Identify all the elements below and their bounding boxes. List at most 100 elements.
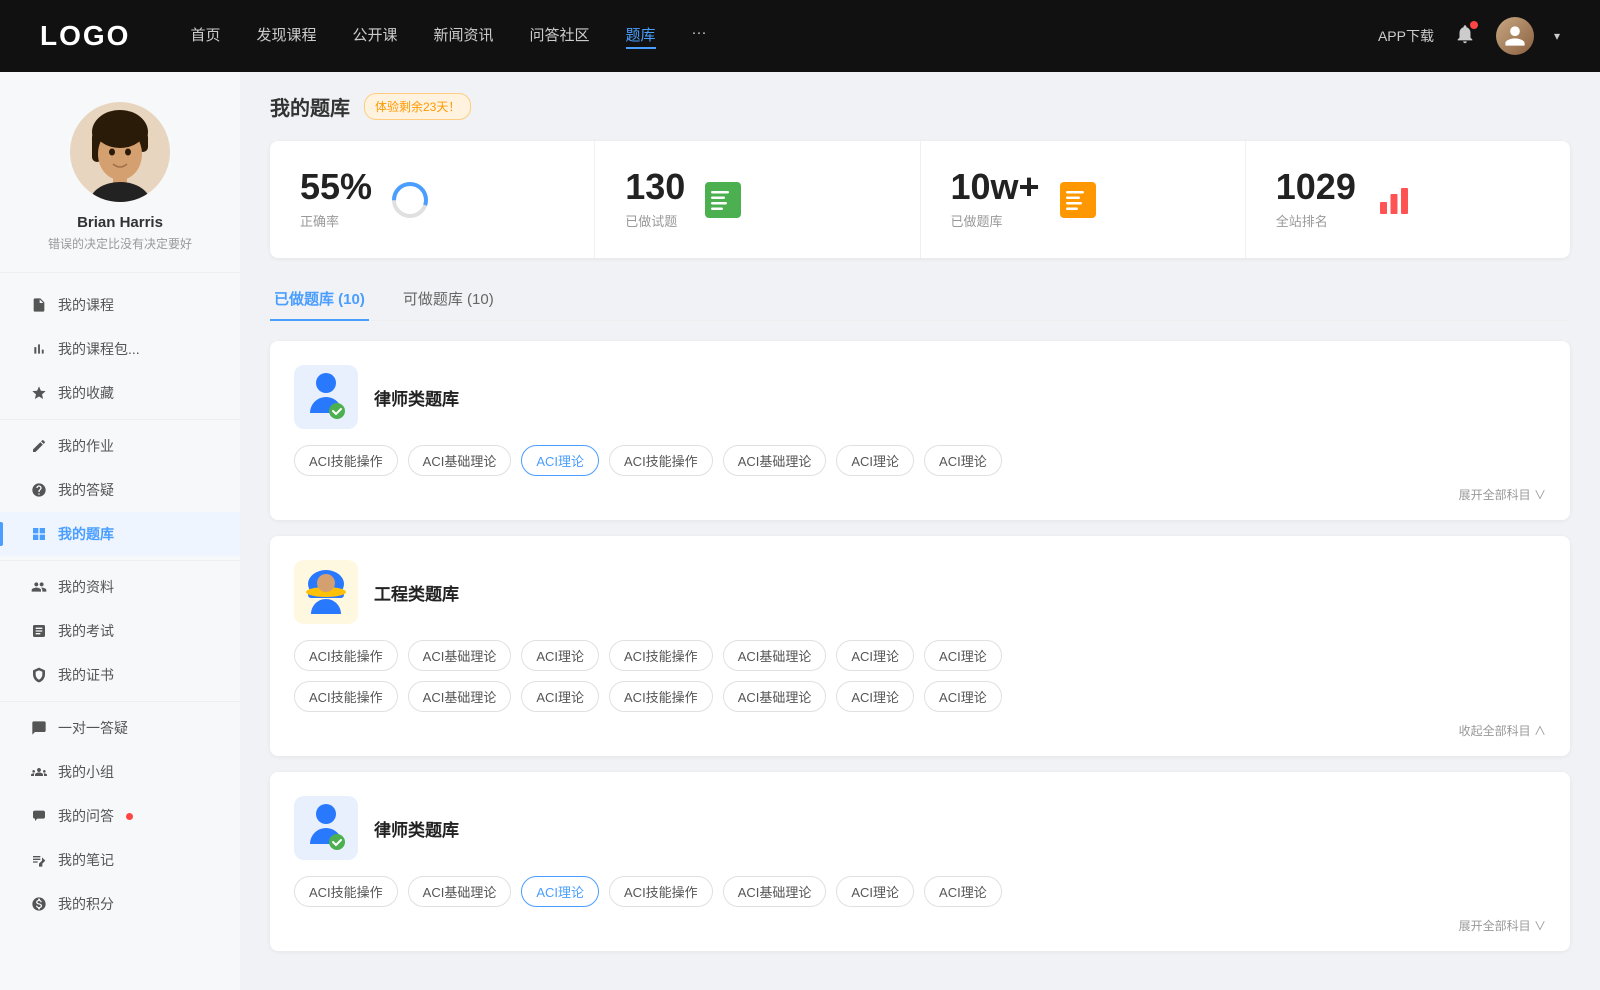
tag-item[interactable]: ACI基础理论 bbox=[723, 681, 827, 712]
stats-row: 55% 正确率 130 已做试题 bbox=[270, 141, 1570, 258]
stat-rank: 1029 全站排名 bbox=[1246, 141, 1570, 258]
sidebar-label: 我的资料 bbox=[58, 577, 114, 597]
tag-item[interactable]: ACI理论 bbox=[836, 445, 914, 476]
file-icon bbox=[30, 296, 48, 314]
tag-item[interactable]: ACI理论 bbox=[924, 876, 1002, 907]
edit-icon bbox=[30, 437, 48, 455]
nav-discover[interactable]: 发现课程 bbox=[256, 24, 316, 49]
sidebar-item-cert[interactable]: 我的证书 bbox=[0, 653, 240, 697]
sidebar-item-bank[interactable]: 我的题库 bbox=[0, 512, 240, 556]
bank-footer-2: 收起全部科目 ∧ bbox=[294, 722, 1546, 740]
stat-value-done-banks: 10w+ bbox=[951, 169, 1040, 205]
sidebar-item-questions[interactable]: 我的问答 bbox=[0, 794, 240, 838]
tag-item[interactable]: ACI技能操作 bbox=[609, 876, 713, 907]
tag-item[interactable]: ACI技能操作 bbox=[609, 681, 713, 712]
sidebar-item-profile[interactable]: 我的资料 bbox=[0, 565, 240, 609]
tag-item[interactable]: ACI理论 bbox=[521, 681, 599, 712]
tag-item[interactable]: ACI理论 bbox=[924, 640, 1002, 671]
tabs-row: 已做题库 (10) 可做题库 (10) bbox=[270, 278, 1570, 321]
list-icon bbox=[701, 178, 745, 222]
sidebar-item-notes[interactable]: 我的笔记 bbox=[0, 838, 240, 882]
separator bbox=[0, 419, 240, 420]
stat-label-done-questions: 已做试题 bbox=[625, 211, 685, 230]
sidebar-label: 我的考试 bbox=[58, 621, 114, 641]
tag-item[interactable]: ACI理论 bbox=[836, 681, 914, 712]
sidebar-item-package[interactable]: 我的课程包... bbox=[0, 327, 240, 371]
bank-footer-3: 展开全部科目 ∨ bbox=[294, 917, 1546, 935]
nav-more[interactable]: ··· bbox=[692, 24, 707, 49]
bank-section-lawyer-2: 律师类题库 ACI技能操作 ACI基础理论 ACI理论 ACI技能操作 ACI基… bbox=[270, 772, 1570, 951]
sidebar-item-group[interactable]: 我的小组 bbox=[0, 750, 240, 794]
trial-badge: 体验剩余23天！ bbox=[364, 93, 471, 120]
sidebar-item-one-on-one[interactable]: 一对一答疑 bbox=[0, 706, 240, 750]
nav-open-course[interactable]: 公开课 bbox=[352, 24, 397, 49]
tag-item[interactable]: ACI理论 bbox=[924, 445, 1002, 476]
tag-item[interactable]: ACI基础理论 bbox=[723, 445, 827, 476]
sidebar-item-favorites[interactable]: 我的收藏 bbox=[0, 371, 240, 415]
nav-bank[interactable]: 题库 bbox=[626, 24, 656, 49]
sidebar-label: 我的小组 bbox=[58, 762, 114, 782]
sidebar-label: 我的笔记 bbox=[58, 850, 114, 870]
nav-home[interactable]: 首页 bbox=[190, 24, 220, 49]
expand-link-3[interactable]: 展开全部科目 ∨ bbox=[1459, 919, 1546, 933]
tag-item[interactable]: ACI技能操作 bbox=[294, 640, 398, 671]
tag-item[interactable]: ACI理论 bbox=[836, 876, 914, 907]
tag-item[interactable]: ACI理论 bbox=[521, 640, 599, 671]
sidebar-item-exam[interactable]: 我的考试 bbox=[0, 609, 240, 653]
stat-accuracy: 55% 正确率 bbox=[270, 141, 595, 258]
tag-item[interactable]: ACI技能操作 bbox=[609, 640, 713, 671]
tag-item[interactable]: ACI基础理论 bbox=[408, 445, 512, 476]
sidebar-label: 我的积分 bbox=[58, 894, 114, 914]
tag-item-active[interactable]: ACI理论 bbox=[521, 445, 599, 476]
tag-item[interactable]: ACI技能操作 bbox=[294, 681, 398, 712]
sidebar-label: 我的答疑 bbox=[58, 480, 114, 500]
user-menu-chevron[interactable]: ▾ bbox=[1554, 29, 1560, 43]
avatar bbox=[70, 102, 170, 202]
tag-item-active[interactable]: ACI理论 bbox=[521, 876, 599, 907]
sidebar-label: 一对一答疑 bbox=[58, 718, 128, 738]
tag-item[interactable]: ACI基础理论 bbox=[723, 876, 827, 907]
qa-notification-dot bbox=[126, 813, 133, 820]
user-avatar[interactable] bbox=[1496, 17, 1534, 55]
nav-news[interactable]: 新闻资讯 bbox=[434, 24, 494, 49]
tag-item[interactable]: ACI技能操作 bbox=[609, 445, 713, 476]
bank-title: 工程类题库 bbox=[374, 580, 459, 605]
sidebar-label: 我的题库 bbox=[58, 524, 114, 544]
sidebar-menu: 我的课程 我的课程包... 我的收藏 我的作业 bbox=[0, 283, 240, 926]
tag-item[interactable]: ACI技能操作 bbox=[294, 445, 398, 476]
bar-chart-icon bbox=[1372, 178, 1416, 222]
bank-footer-1: 展开全部科目 ∨ bbox=[294, 486, 1546, 504]
stat-label-accuracy: 正确率 bbox=[300, 211, 372, 230]
tag-item[interactable]: ACI基础理论 bbox=[408, 640, 512, 671]
group-icon bbox=[30, 763, 48, 781]
expand-link-1[interactable]: 展开全部科目 ∨ bbox=[1459, 488, 1546, 502]
sidebar-item-points[interactable]: 我的积分 bbox=[0, 882, 240, 926]
tag-item[interactable]: ACI基础理论 bbox=[723, 640, 827, 671]
app-download-link[interactable]: APP下载 bbox=[1378, 26, 1434, 46]
tab-done[interactable]: 已做题库 (10) bbox=[270, 278, 369, 321]
tag-item[interactable]: ACI技能操作 bbox=[294, 876, 398, 907]
page-title: 我的题库 bbox=[270, 92, 350, 121]
sidebar-item-homework[interactable]: 我的作业 bbox=[0, 424, 240, 468]
note-icon bbox=[30, 851, 48, 869]
tag-item[interactable]: ACI理论 bbox=[836, 640, 914, 671]
nav-links: 首页 发现课程 公开课 新闻资讯 问答社区 题库 ··· bbox=[190, 24, 1378, 49]
sidebar-item-qa[interactable]: 我的答疑 bbox=[0, 468, 240, 512]
chat-icon bbox=[30, 719, 48, 737]
tag-item[interactable]: ACI理论 bbox=[924, 681, 1002, 712]
sidebar-label: 我的收藏 bbox=[58, 383, 114, 403]
sidebar-item-course[interactable]: 我的课程 bbox=[0, 283, 240, 327]
nav-qa[interactable]: 问答社区 bbox=[530, 24, 590, 49]
collapse-link-2[interactable]: 收起全部科目 ∧ bbox=[1459, 724, 1546, 738]
tag-item[interactable]: ACI基础理论 bbox=[408, 681, 512, 712]
main-content: 我的题库 体验剩余23天！ 55% 正确率 bbox=[240, 72, 1600, 990]
tab-available[interactable]: 可做题库 (10) bbox=[399, 278, 498, 321]
separator bbox=[0, 560, 240, 561]
notification-bell[interactable] bbox=[1454, 23, 1476, 50]
qa-icon bbox=[30, 807, 48, 825]
bank-title: 律师类题库 bbox=[374, 385, 459, 410]
tag-item[interactable]: ACI基础理论 bbox=[408, 876, 512, 907]
notification-dot bbox=[1470, 21, 1478, 29]
stat-done-banks: 10w+ 已做题库 bbox=[921, 141, 1246, 258]
sidebar: Brian Harris 错误的决定比没有决定要好 我的课程 我的课程包... bbox=[0, 72, 240, 990]
